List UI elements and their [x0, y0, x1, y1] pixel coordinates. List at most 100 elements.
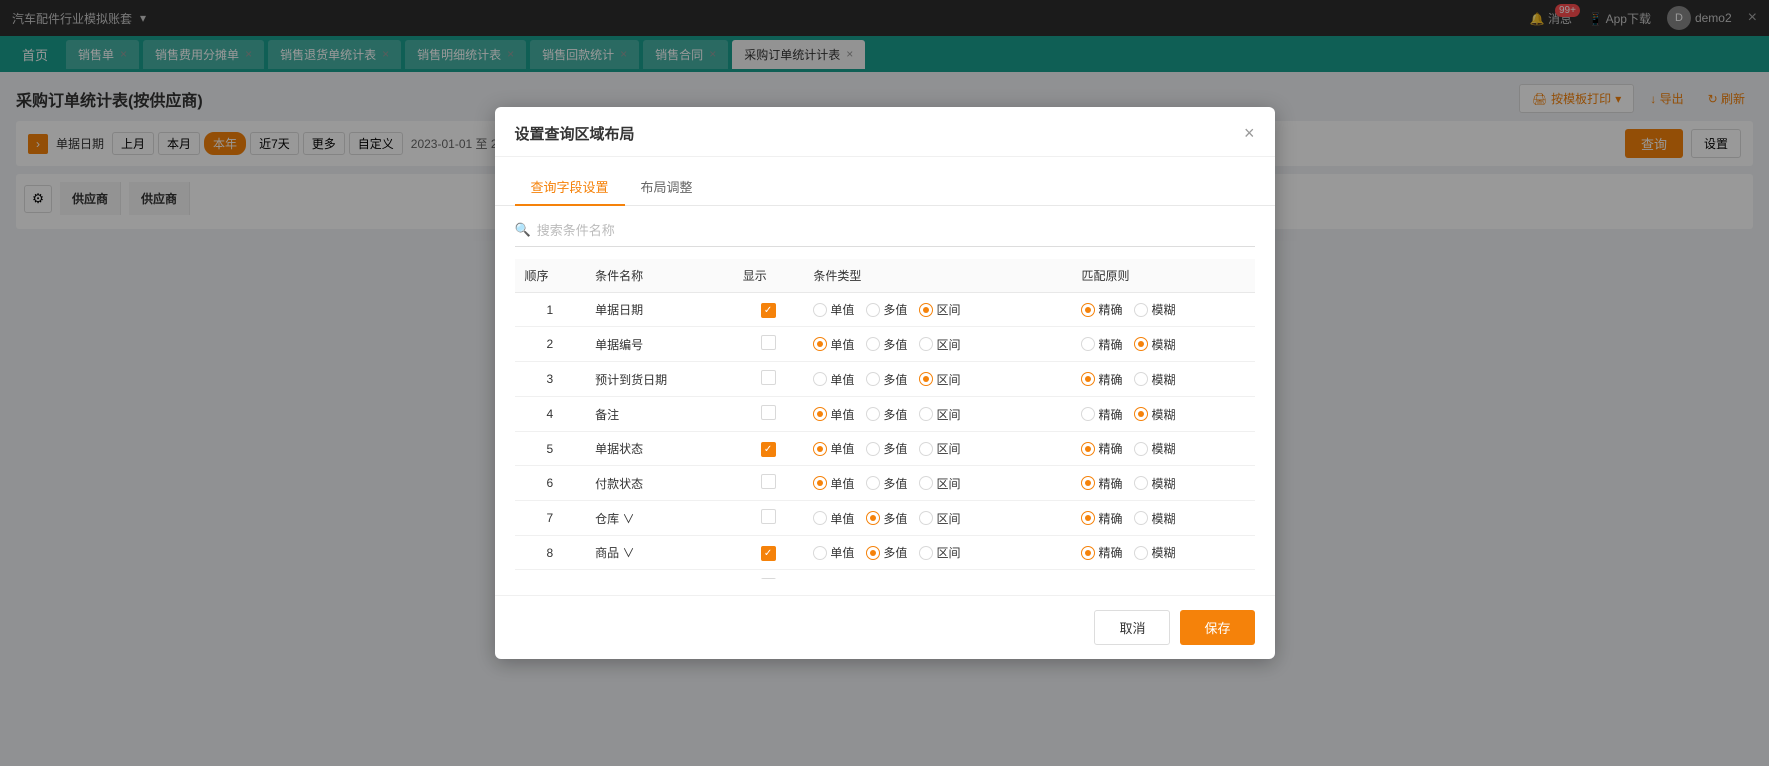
type-radio-单值[interactable]: 单值 [813, 336, 854, 353]
type-radio-区间[interactable]: 区间 [919, 406, 960, 423]
type-radio-区间[interactable]: 区间 [919, 544, 960, 561]
display-checkbox[interactable] [761, 335, 776, 350]
type-radio-区间[interactable]: 区间 [919, 301, 960, 318]
display-checkbox[interactable] [761, 405, 776, 420]
match-radio-精确[interactable]: 精确 [1081, 301, 1122, 318]
type-radio-单值[interactable]: 单值 [813, 406, 854, 423]
match-radio-精确[interactable]: 精确 [1081, 406, 1122, 423]
row-order: 2 [515, 327, 586, 362]
radio-label: 精确 [1098, 301, 1122, 318]
match-radio-模糊[interactable]: 模糊 [1134, 510, 1175, 527]
radio-label: 模糊 [1151, 336, 1175, 353]
type-radio-多值[interactable]: 多值 [866, 371, 907, 388]
radio-label: 精确 [1098, 475, 1122, 492]
display-checkbox[interactable] [761, 442, 776, 457]
type-radio-多值[interactable]: 多值 [866, 510, 907, 527]
radio-label: 单值 [830, 544, 854, 561]
type-radio-单值[interactable]: 单值 [813, 544, 854, 561]
match-radio-精确[interactable]: 精确 [1081, 579, 1122, 580]
table-row: 1单据日期单值多值区间精确模糊 [515, 293, 1255, 327]
modal-tab-layout[interactable]: 布局调整 [625, 169, 709, 206]
table-row: 3预计到货日期单值多值区间精确模糊 [515, 362, 1255, 397]
row-display-cell [733, 570, 804, 580]
row-type-cell: 单值多值 区间 [803, 327, 1071, 362]
match-radio-模糊[interactable]: 模糊 [1134, 301, 1175, 318]
row-name: 单据状态 [585, 432, 733, 466]
match-radio-精确[interactable]: 精确 [1081, 440, 1122, 457]
type-radio-区间[interactable]: 区间 [919, 371, 960, 388]
radio-label: 单值 [830, 579, 854, 580]
display-checkbox[interactable] [761, 578, 776, 579]
display-checkbox[interactable] [761, 303, 776, 318]
type-radio-多值[interactable]: 多值 [866, 336, 907, 353]
radio-circle-icon [919, 407, 933, 421]
type-radio-单值[interactable]: 单值 [813, 579, 854, 580]
radio-label: 多值 [883, 440, 907, 457]
type-radio-多值[interactable]: 多值 [866, 579, 907, 580]
display-checkbox[interactable] [761, 474, 776, 489]
cancel-btn[interactable]: 取消 [1094, 610, 1170, 645]
save-btn[interactable]: 保存 [1180, 610, 1254, 645]
radio-circle-icon [1134, 442, 1148, 456]
type-radio-区间[interactable]: 区间 [919, 579, 960, 580]
radio-label: 区间 [936, 510, 960, 527]
type-radio-多值[interactable]: 多值 [866, 440, 907, 457]
type-radio-区间[interactable]: 区间 [919, 475, 960, 492]
match-radio-精确[interactable]: 精确 [1081, 371, 1122, 388]
display-checkbox[interactable] [761, 546, 776, 561]
match-radio-精确[interactable]: 精确 [1081, 336, 1122, 353]
match-radio-模糊[interactable]: 模糊 [1134, 406, 1175, 423]
radio-label: 单值 [830, 475, 854, 492]
type-radio-多值[interactable]: 多值 [866, 406, 907, 423]
type-radio-单值[interactable]: 单值 [813, 301, 854, 318]
display-checkbox[interactable] [761, 370, 776, 385]
type-radio-区间[interactable]: 区间 [919, 336, 960, 353]
row-display-cell [733, 397, 804, 432]
type-radio-单值[interactable]: 单值 [813, 475, 854, 492]
radio-circle-icon [1081, 337, 1095, 351]
radio-label: 单值 [830, 301, 854, 318]
match-radio-模糊[interactable]: 模糊 [1134, 579, 1175, 580]
radio-circle-icon [1134, 337, 1148, 351]
settings-modal: 设置查询区域布局 × 查询字段设置 布局调整 🔍 顺序 条件名称 [495, 107, 1275, 659]
type-radio-多值[interactable]: 多值 [866, 544, 907, 561]
radio-circle-icon [919, 442, 933, 456]
radio-circle-icon [1134, 511, 1148, 525]
modal-close-btn[interactable]: × [1244, 123, 1255, 144]
type-radio-多值[interactable]: 多值 [866, 475, 907, 492]
radio-label: 精确 [1098, 371, 1122, 388]
modal-tab-query-fields[interactable]: 查询字段设置 [515, 169, 625, 206]
type-radio-单值[interactable]: 单值 [813, 371, 854, 388]
match-radio-精确[interactable]: 精确 [1081, 510, 1122, 527]
match-radio-精确[interactable]: 精确 [1081, 544, 1122, 561]
config-table-container[interactable]: 顺序 条件名称 显示 条件类型 匹配原则 1单据日期单值多值区间精确模糊2单据编… [515, 259, 1255, 579]
match-radio-模糊[interactable]: 模糊 [1134, 544, 1175, 561]
type-radio-区间[interactable]: 区间 [919, 440, 960, 457]
col-order: 顺序 [515, 259, 586, 293]
modal-overlay: 设置查询区域布局 × 查询字段设置 布局调整 🔍 顺序 条件名称 [0, 0, 1769, 766]
match-radio-模糊[interactable]: 模糊 [1134, 336, 1175, 353]
radio-label: 区间 [936, 336, 960, 353]
radio-circle-icon [919, 476, 933, 490]
table-row: 9属性 ∨单值多值区间精确模糊 [515, 570, 1255, 580]
radio-circle-icon [1134, 372, 1148, 386]
type-radio-单值[interactable]: 单值 [813, 510, 854, 527]
radio-circle-icon [1134, 303, 1148, 317]
type-radio-多值[interactable]: 多值 [866, 301, 907, 318]
match-radio-模糊[interactable]: 模糊 [1134, 440, 1175, 457]
radio-circle-icon [919, 546, 933, 560]
type-radio-区间[interactable]: 区间 [919, 510, 960, 527]
search-input[interactable] [537, 223, 1255, 238]
match-radio-模糊[interactable]: 模糊 [1134, 475, 1175, 492]
type-radio-单值[interactable]: 单值 [813, 440, 854, 457]
row-order: 4 [515, 397, 586, 432]
row-display-cell [733, 536, 804, 570]
radio-circle-icon [813, 476, 827, 490]
radio-circle-icon [919, 303, 933, 317]
radio-label: 区间 [936, 440, 960, 457]
radio-label: 单值 [830, 406, 854, 423]
display-checkbox[interactable] [761, 509, 776, 524]
search-bar: 🔍 [515, 222, 1255, 247]
match-radio-精确[interactable]: 精确 [1081, 475, 1122, 492]
match-radio-模糊[interactable]: 模糊 [1134, 371, 1175, 388]
